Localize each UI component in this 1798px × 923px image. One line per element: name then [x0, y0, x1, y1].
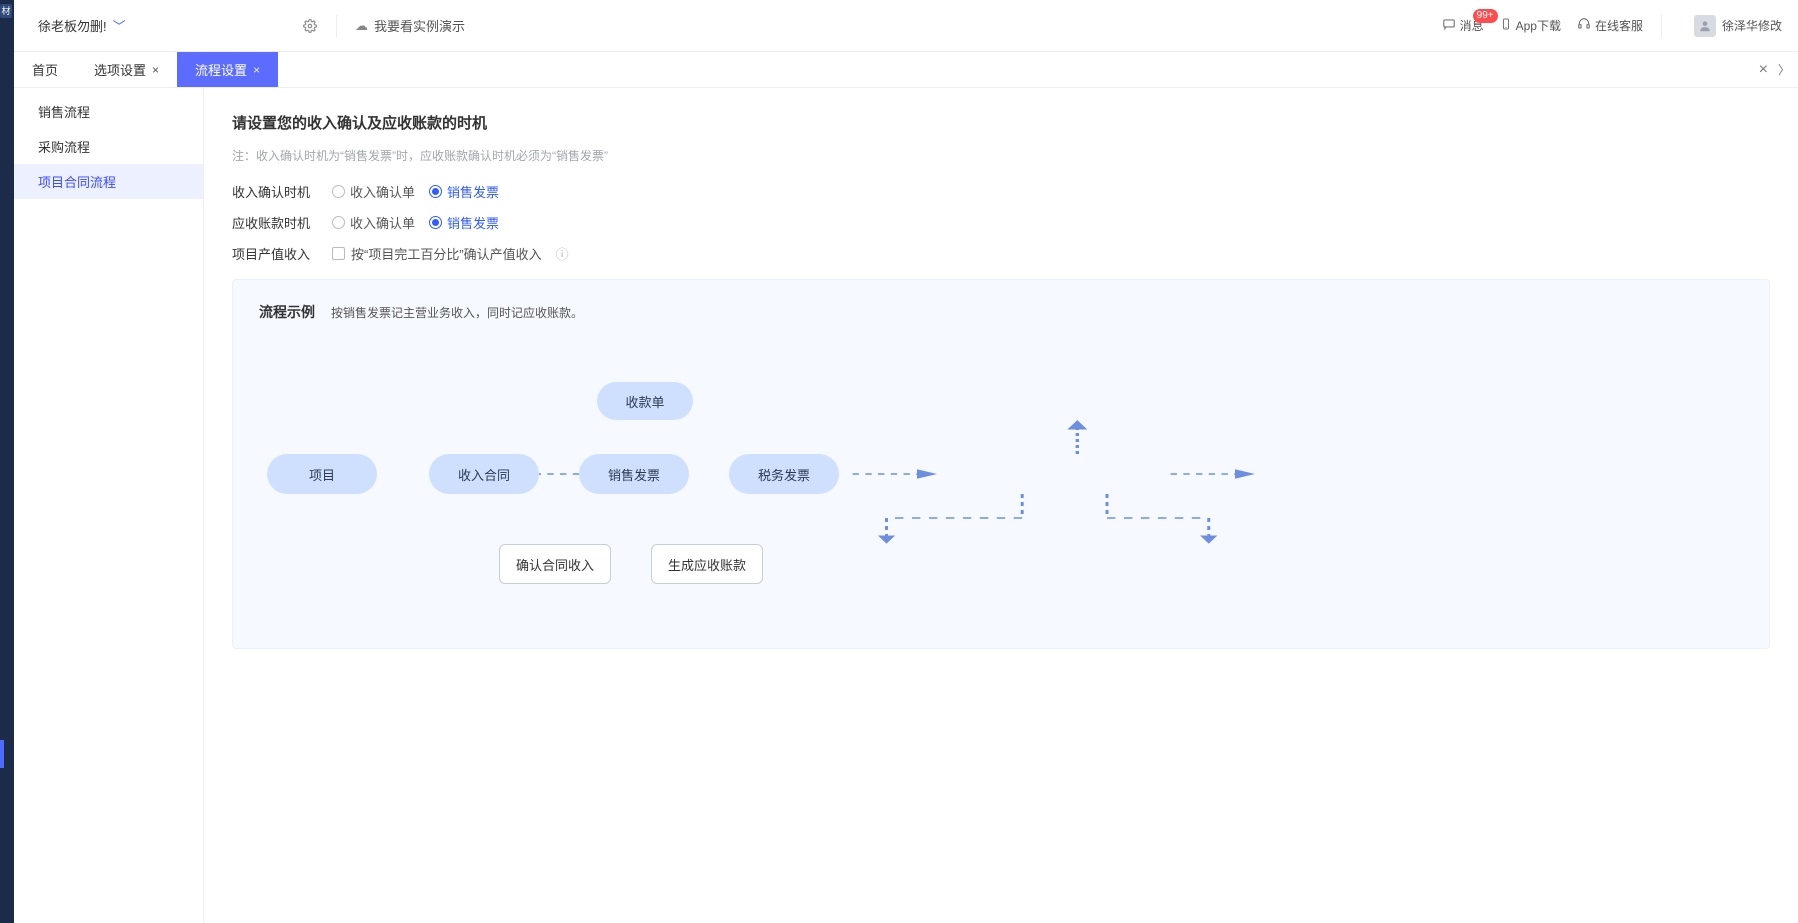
org-name: 徐老板勿删!: [38, 16, 107, 35]
divider: [1661, 15, 1662, 37]
tab-overflow-button[interactable]: 〉: [1778, 61, 1790, 78]
radio-label: 收入确认单: [350, 213, 415, 232]
left-rail: 材: [0, 0, 14, 923]
app-download-label: App下载: [1516, 17, 1561, 34]
row-label: 项目产值收入: [232, 244, 318, 263]
cloud-icon: ☁: [355, 18, 368, 34]
app-download-button[interactable]: App下载: [1500, 17, 1561, 34]
org-selector[interactable]: 徐老板勿删! ﹀: [38, 16, 298, 35]
tab-strip: 首页 选项设置 × 流程设置 × × 〉: [14, 52, 1798, 88]
page-note: 注：收入确认时机为“销售发票”时，应收账款确认时机必须为“销售发票”: [232, 147, 1770, 164]
user-menu[interactable]: 徐泽华修改: [1722, 17, 1782, 34]
flow-node-project: 项目: [267, 454, 377, 494]
flow-node-generate-receivable: 生成应收账款: [651, 544, 763, 584]
message-icon: [1442, 17, 1456, 34]
sidebar: 销售流程 采购流程 项目合同流程: [14, 88, 204, 923]
tab-label: 流程设置: [195, 60, 247, 79]
page-title: 请设置您的收入确认及应收账款的时机: [232, 112, 1770, 133]
row-project-output: 项目产值收入 按“项目完工百分比”确认产值收入 ⓘ: [232, 244, 1770, 263]
sidebar-item-purchase-flow[interactable]: 采购流程: [14, 129, 203, 164]
checkbox-icon: [332, 247, 345, 260]
row-label: 收入确认时机: [232, 182, 318, 201]
checkbox-label: 按“项目完工百分比”确认产值收入: [351, 244, 542, 263]
messages-button[interactable]: 消息 99+: [1442, 17, 1484, 34]
radio-icon: [332, 185, 345, 198]
avatar[interactable]: [1694, 15, 1716, 37]
close-icon[interactable]: ×: [253, 63, 260, 77]
radio-label: 销售发票: [447, 213, 499, 232]
row-label: 应收账款时机: [232, 213, 318, 232]
tab-label: 首页: [32, 60, 58, 79]
row-income-timing: 收入确认时机 收入确认单 销售发票: [232, 182, 1770, 201]
support-button[interactable]: 在线客服: [1577, 17, 1643, 34]
left-rail-accent: [0, 740, 4, 768]
main-content: 请设置您的收入确认及应收账款的时机 注：收入确认时机为“销售发票”时，应收账款确…: [204, 88, 1798, 923]
radio-icon: [429, 216, 442, 229]
demo-link[interactable]: ☁ 我要看实例演示: [355, 16, 465, 35]
checkbox-completion-pct[interactable]: 按“项目完工百分比”确认产值收入: [332, 244, 542, 263]
panel-title: 流程示例: [259, 302, 315, 322]
close-all-tabs-button[interactable]: ×: [1759, 61, 1768, 79]
flow-node-income-contract: 收入合同: [429, 454, 539, 494]
divider: [336, 15, 337, 37]
chevron-down-icon: ﹀: [113, 16, 126, 35]
radio-icon: [332, 216, 345, 229]
gear-icon[interactable]: [302, 18, 318, 34]
messages-badge: 99+: [1473, 9, 1498, 23]
flow-node-confirm-contract-income: 确认合同收入: [499, 544, 611, 584]
phone-icon: [1500, 17, 1512, 34]
panel-desc: 按销售发票记主营业务收入，同时记应收账款。: [331, 304, 583, 321]
tab-options[interactable]: 选项设置 ×: [76, 52, 177, 87]
radio-income-sales-invoice[interactable]: 销售发票: [429, 182, 499, 201]
tab-label: 选项设置: [94, 60, 146, 79]
help-icon[interactable]: ⓘ: [556, 244, 569, 263]
demo-link-label: 我要看实例演示: [374, 16, 465, 35]
sidebar-item-sales-flow[interactable]: 销售流程: [14, 94, 203, 129]
radio-label: 销售发票: [447, 182, 499, 201]
flow-node-sales-invoice: 销售发票: [579, 454, 689, 494]
tab-strip-actions: × 〉: [1759, 52, 1790, 87]
left-rail-badge: 材: [0, 4, 12, 18]
radio-income-confirm-doc[interactable]: 收入确认单: [332, 182, 415, 201]
flow-node-tax-invoice: 税务发票: [729, 454, 839, 494]
top-bar: 徐老板勿删! ﹀ ☁ 我要看实例演示 消息 99+ App下载: [14, 0, 1798, 52]
headset-icon: [1577, 17, 1591, 34]
radio-label: 收入确认单: [350, 182, 415, 201]
radio-icon: [429, 185, 442, 198]
tab-flow-settings[interactable]: 流程设置 ×: [177, 52, 278, 87]
flow-node-receipt: 收款单: [597, 382, 693, 420]
row-receivable-timing: 应收账款时机 收入确认单 销售发票: [232, 213, 1770, 232]
support-label: 在线客服: [1595, 17, 1643, 34]
radio-recv-sales-invoice[interactable]: 销售发票: [429, 213, 499, 232]
close-icon[interactable]: ×: [152, 63, 159, 77]
flow-diagram: 收款单 项目 收入合同 销售发票 税务发票 确认合同收入 生成应收账款: [259, 348, 1743, 608]
tab-home[interactable]: 首页: [14, 52, 76, 87]
flow-example-panel: 流程示例 按销售发票记主营业务收入，同时记应收账款。: [232, 279, 1770, 649]
radio-recv-confirm-doc[interactable]: 收入确认单: [332, 213, 415, 232]
sidebar-item-project-contract-flow[interactable]: 项目合同流程: [14, 164, 203, 199]
